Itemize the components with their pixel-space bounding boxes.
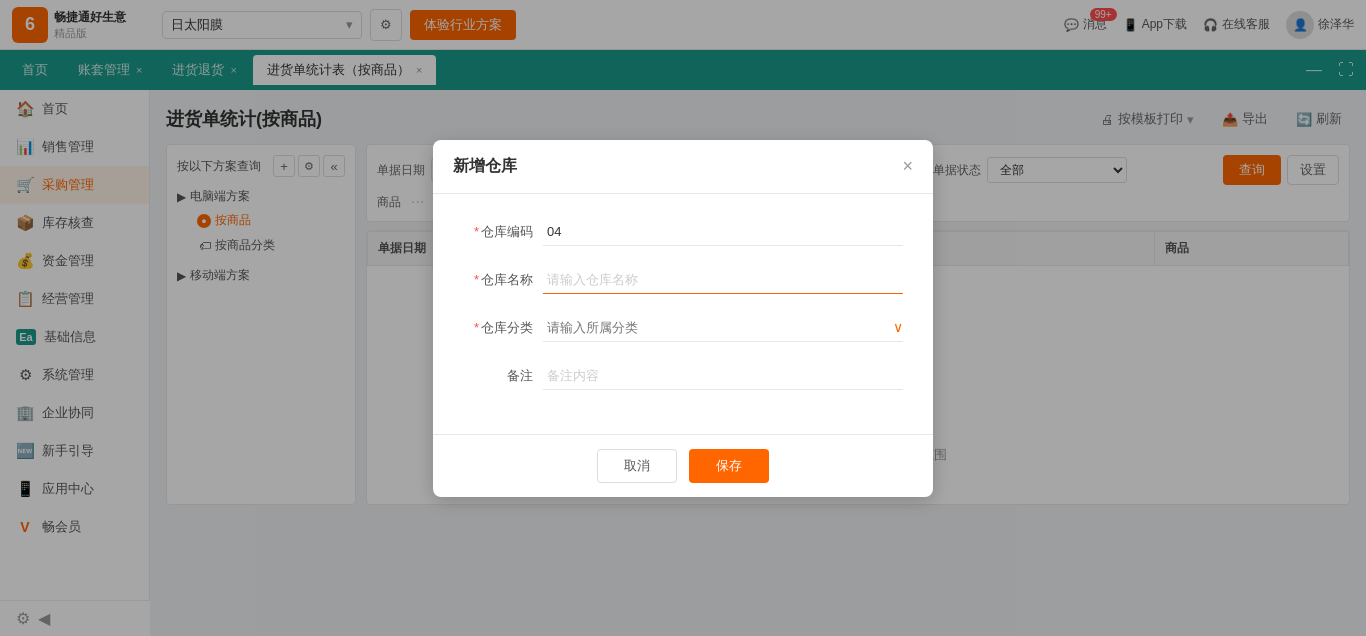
form-code-label: *仓库编码: [463, 223, 543, 241]
modal-title: 新增仓库: [453, 156, 517, 177]
category-dropdown-arrow[interactable]: ∨: [893, 319, 903, 335]
warehouse-code-input[interactable]: [543, 218, 903, 246]
form-row-name: *仓库名称: [463, 266, 903, 294]
form-row-category: *仓库分类 ∨: [463, 314, 903, 342]
cancel-button[interactable]: 取消: [597, 449, 677, 483]
form-row-remark: 备注: [463, 362, 903, 390]
modal-footer: 取消 保存: [433, 434, 933, 497]
required-mark-category: *: [474, 320, 479, 335]
modal-close-btn[interactable]: ×: [902, 157, 913, 175]
modal-overlay[interactable]: 新增仓库 × *仓库编码 *仓库名称 *仓库分类: [0, 0, 1366, 636]
save-button[interactable]: 保存: [689, 449, 769, 483]
add-warehouse-modal: 新增仓库 × *仓库编码 *仓库名称 *仓库分类: [433, 140, 933, 497]
warehouse-name-input[interactable]: [543, 266, 903, 294]
form-remark-label: 备注: [463, 367, 543, 385]
form-name-label: *仓库名称: [463, 271, 543, 289]
modal-body: *仓库编码 *仓库名称 *仓库分类 ∨: [433, 194, 933, 434]
form-row-code: *仓库编码: [463, 218, 903, 246]
modal-header: 新增仓库 ×: [433, 140, 933, 194]
required-mark-name: *: [474, 272, 479, 287]
warehouse-category-wrapper: ∨: [543, 314, 903, 342]
required-mark-code: *: [474, 224, 479, 239]
warehouse-category-input[interactable]: [543, 314, 893, 341]
warehouse-remark-input[interactable]: [543, 362, 903, 390]
form-category-label: *仓库分类: [463, 319, 543, 337]
